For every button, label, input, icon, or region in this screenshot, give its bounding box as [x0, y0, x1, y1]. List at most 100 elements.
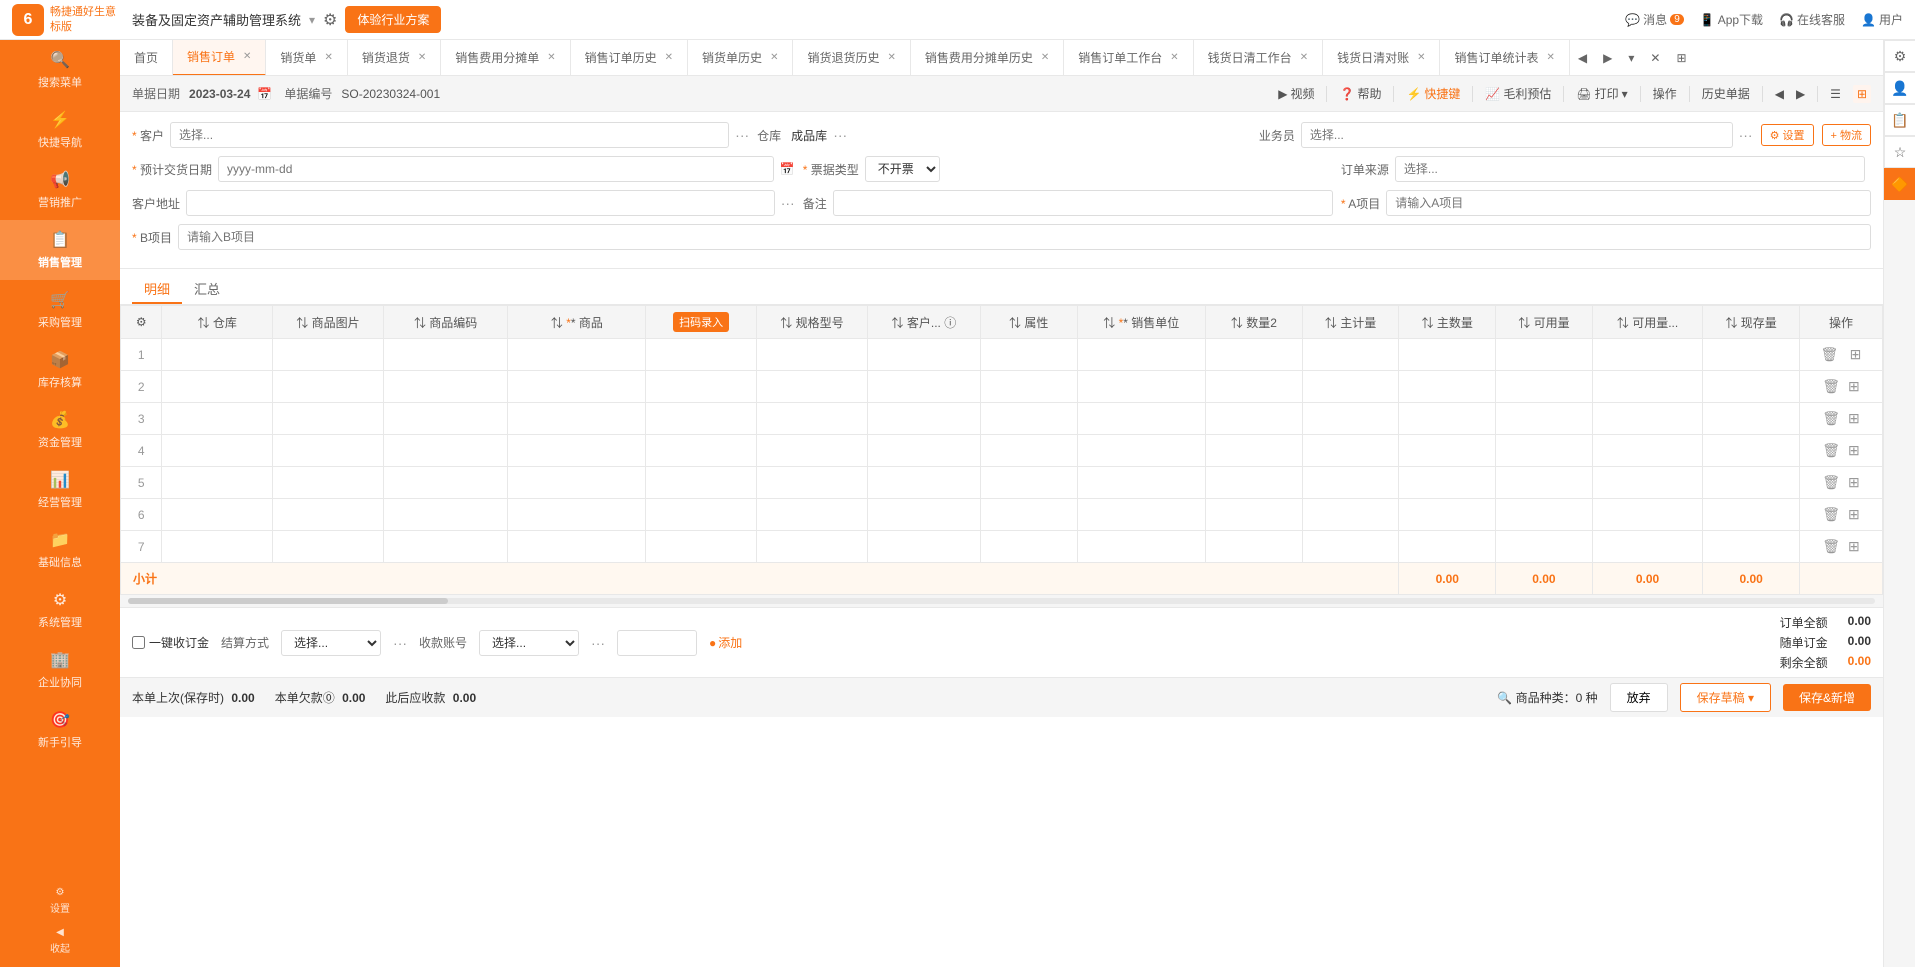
sidebar-item-guide[interactable]: 🎯 新手引导	[0, 700, 120, 760]
settings-icon[interactable]: ⚙	[323, 10, 337, 30]
tab-daily-reconcile[interactable]: 钱货日清对账 ✕	[1323, 40, 1440, 76]
calendar-icon-delivery[interactable]: 📅	[780, 162, 795, 176]
tab-sales-expense[interactable]: 销售费用分摊单 ✕	[441, 40, 570, 76]
sidebar-item-base-info[interactable]: 📁 基础信息	[0, 520, 120, 580]
save-draft-dropdown-icon[interactable]: ▾	[1748, 691, 1754, 705]
payment-amount-input[interactable]: 0.00	[617, 630, 697, 656]
row-6-copy-btn[interactable]: ⊞	[1844, 504, 1864, 524]
solution-button[interactable]: 体验行业方案	[345, 6, 441, 33]
row-1-main-qty[interactable]	[1399, 339, 1496, 371]
tab-close-sales-invoice[interactable]: ✕	[324, 52, 332, 63]
save-draft-button[interactable]: 保存草稿 ▾	[1680, 683, 1771, 712]
customer-more-btn[interactable]: ···	[735, 127, 749, 143]
tab-close-invoice-history[interactable]: ✕	[770, 52, 778, 63]
row-1-unit[interactable]	[1077, 339, 1206, 371]
right-icon-settings[interactable]: ⚙	[1884, 40, 1915, 72]
col-settings[interactable]: ⚙	[121, 306, 162, 339]
row-4-copy-btn[interactable]: ⊞	[1844, 440, 1864, 460]
next-record-btn[interactable]: ▶	[1796, 87, 1805, 101]
auto-settle-check[interactable]	[132, 636, 145, 649]
sidebar-collapse-btn[interactable]: ◀ 收起	[8, 923, 112, 959]
row-3-copy-btn[interactable]: ⊞	[1844, 408, 1864, 428]
row-1-avail2[interactable]	[1592, 339, 1703, 371]
calendar-icon[interactable]: 📅	[257, 87, 272, 101]
set-btn[interactable]: ⚙ 视频设置	[1761, 124, 1814, 146]
right-icon-clipboard[interactable]: 📋	[1884, 104, 1915, 136]
address-input[interactable]	[186, 190, 775, 216]
list-view-btn[interactable]: ☰	[1830, 87, 1841, 101]
tab-sales-invoice[interactable]: 销货单 ✕	[266, 40, 347, 76]
tab-close-order-summary[interactable]: ✕	[1547, 52, 1555, 63]
sidebar-item-quick-nav[interactable]: ⚡ 快捷导航	[0, 100, 120, 160]
sidebar-settings-btn[interactable]: ⚙ 设置	[8, 883, 112, 919]
sidebar-item-search[interactable]: 🔍 搜索菜单	[0, 40, 120, 100]
online-service-link[interactable]: 🎧 在线客服	[1779, 11, 1845, 28]
tab-close-order-workbench[interactable]: ✕	[1170, 52, 1178, 63]
tab-close-daily-clear-workbench[interactable]: ✕	[1300, 52, 1308, 63]
row-7-delete-btn[interactable]: 🗑	[1818, 536, 1844, 556]
invoice-select[interactable]: 不开票	[865, 156, 940, 182]
delivery-date-input[interactable]	[218, 156, 774, 182]
operations-btn[interactable]: 操作	[1653, 85, 1677, 102]
card-view-btn[interactable]: ⊞	[1853, 85, 1871, 103]
tab-nav-more[interactable]: ▾	[1620, 40, 1642, 76]
save-new-button[interactable]: 保存&新增	[1783, 684, 1871, 711]
tab-nav-next[interactable]: ▶	[1595, 40, 1620, 76]
sidebar-item-finance[interactable]: 💰 资金管理	[0, 400, 120, 460]
row-5-copy-btn[interactable]: ⊞	[1844, 472, 1864, 492]
system-dropdown-icon[interactable]: ▾	[309, 13, 315, 27]
tab-close-sales-order[interactable]: ✕	[243, 51, 251, 62]
pay-method-select[interactable]: 选择...	[281, 630, 381, 656]
order-source-input[interactable]	[1395, 156, 1865, 182]
row-1-main-unit[interactable]	[1302, 339, 1399, 371]
row-1-warehouse[interactable]	[162, 339, 273, 371]
sidebar-item-marketing[interactable]: 📢 营销推广	[0, 160, 120, 220]
row-1-copy-btn[interactable]: ⊞	[1846, 344, 1866, 364]
tab-order-workbench[interactable]: 销售订单工作台 ✕	[1064, 40, 1193, 76]
row-1-spec[interactable]	[756, 339, 867, 371]
prev-record-btn[interactable]: ◀	[1775, 87, 1784, 101]
row-7-copy-btn[interactable]: ⊞	[1844, 536, 1864, 556]
tab-home[interactable]: 首页	[120, 40, 173, 76]
bank-account-select[interactable]: 选择...	[479, 630, 579, 656]
row-6-delete-btn[interactable]: 🗑	[1818, 504, 1844, 524]
tab-close-sales-order-history[interactable]: ✕	[665, 52, 673, 63]
row-1-attr[interactable]	[980, 339, 1077, 371]
help-btn[interactable]: ❓ 帮助	[1339, 85, 1381, 102]
sub-tab-detail[interactable]: 明细	[132, 275, 182, 304]
scan-input-btn[interactable]: 扫码录入	[673, 312, 729, 332]
tab-close-expense-history[interactable]: ✕	[1041, 52, 1049, 63]
tab-close-sales-expense[interactable]: ✕	[547, 52, 555, 63]
column-settings-icon[interactable]: ⚙	[136, 315, 147, 329]
row-4-delete-btn[interactable]: 🗑	[1818, 440, 1844, 460]
add-item-btn[interactable]: + 物流	[1822, 124, 1871, 146]
tab-order-summary[interactable]: 销售订单统计表 ✕	[1440, 40, 1569, 76]
row-1-product[interactable]	[508, 339, 646, 371]
tab-nav-grid[interactable]: ⊞	[1668, 40, 1694, 76]
row-1-delete-btn[interactable]: 🗑	[1817, 344, 1843, 364]
right-icon-user[interactable]: 👤	[1884, 72, 1915, 104]
a-project-input[interactable]	[1386, 190, 1871, 216]
tab-nav-prev[interactable]: ◀	[1570, 40, 1595, 76]
address-more-btn[interactable]: ···	[781, 195, 795, 211]
tab-sales-order[interactable]: 销售订单 ✕	[173, 40, 266, 76]
warehouse-more-btn[interactable]: ···	[833, 127, 847, 143]
user-menu[interactable]: 👤 用户	[1861, 11, 1903, 28]
row-1-qty2[interactable]	[1206, 339, 1303, 371]
b-project-input[interactable]	[178, 224, 1871, 250]
tab-close-sales-return[interactable]: ✕	[418, 52, 426, 63]
staff-input[interactable]	[1301, 122, 1733, 148]
tab-close-daily-reconcile[interactable]: ✕	[1417, 52, 1425, 63]
row-1-stock[interactable]	[1703, 339, 1800, 371]
sidebar-item-enterprise[interactable]: 🏢 企业协同	[0, 640, 120, 700]
print-btn[interactable]: 🖨 打印 ▾	[1576, 85, 1627, 102]
customer-input[interactable]	[170, 122, 729, 148]
add-payment-btn[interactable]: ● 添加	[709, 634, 742, 651]
row-2-copy-btn[interactable]: ⊞	[1844, 376, 1864, 396]
history-btn[interactable]: 历史单据	[1702, 85, 1750, 102]
sidebar-item-purchase[interactable]: 🛒 采购管理	[0, 280, 120, 340]
pay-method-more-btn[interactable]: ···	[393, 635, 407, 651]
sidebar-item-inventory[interactable]: 📦 库存核算	[0, 340, 120, 400]
sidebar-item-sales[interactable]: 📋 销售管理	[0, 220, 120, 280]
row-1-customer-code[interactable]	[867, 339, 980, 371]
